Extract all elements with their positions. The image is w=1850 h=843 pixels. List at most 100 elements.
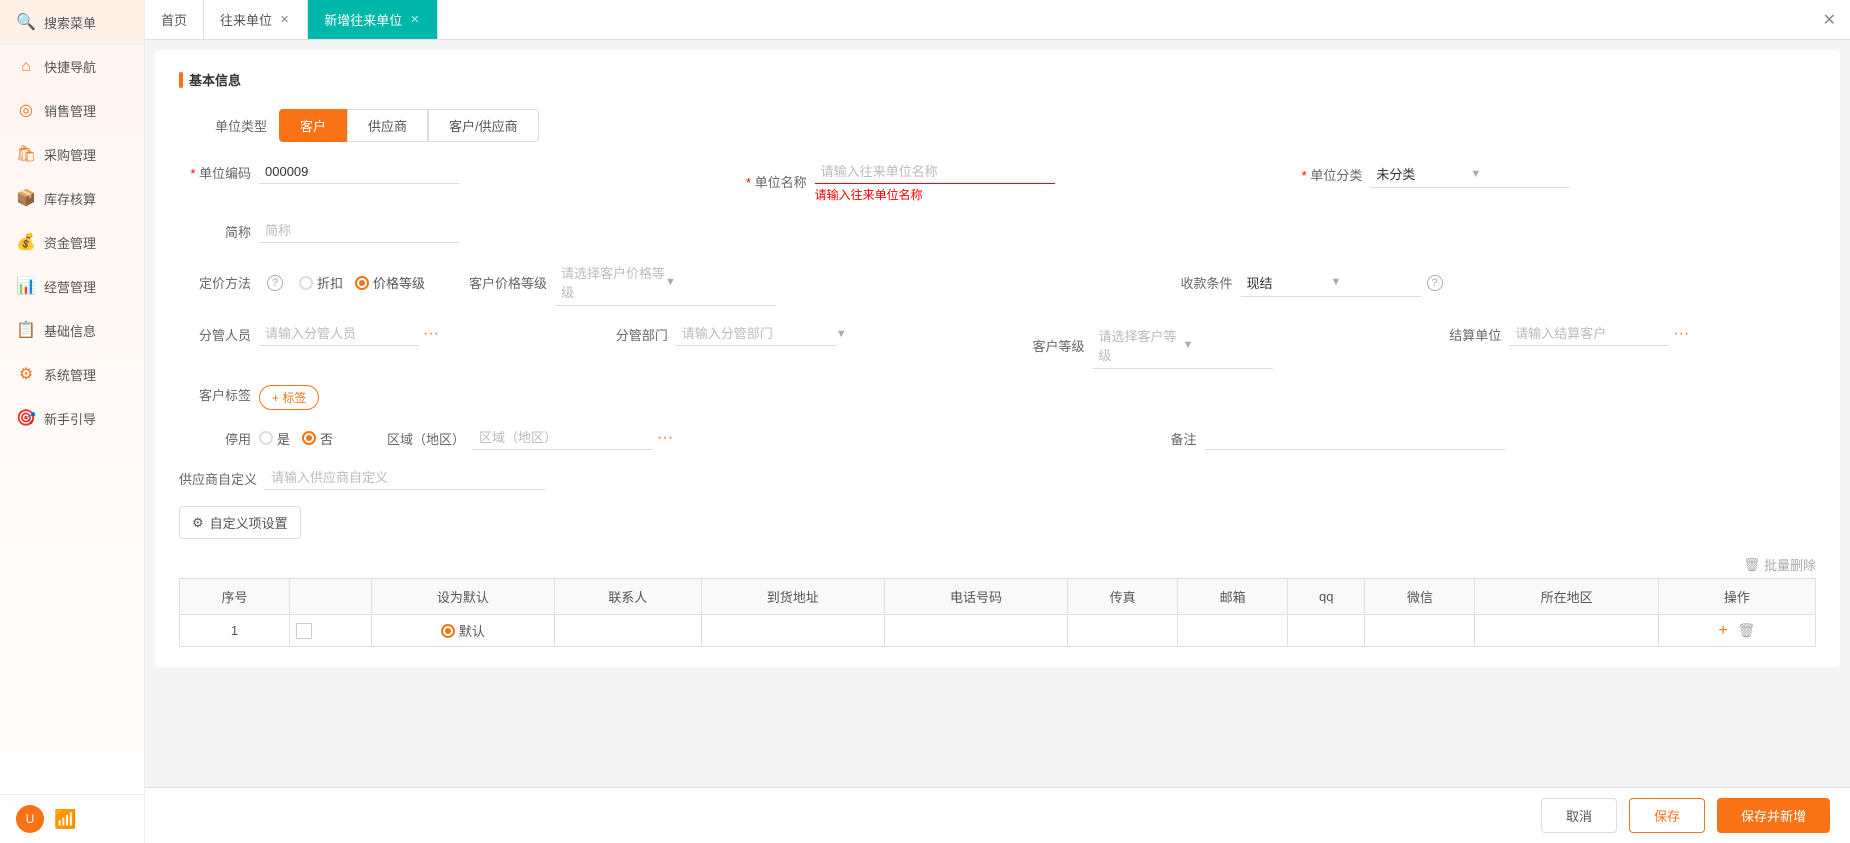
sidebar-item-inventory[interactable]: 📦 库存核算 [0,176,144,220]
add-tag-button[interactable]: + 标签 [259,385,319,410]
customer-grade-label: 客户等级 [1013,336,1093,355]
sidebar-item-finance[interactable]: 💰 资金管理 [0,220,144,264]
sidebar-search[interactable]: 🔍 搜索菜单 [0,0,144,45]
cell-address[interactable] [701,615,884,647]
inventory-icon: 📦 [16,188,36,208]
unit-code-input[interactable] [259,160,459,184]
unit-category-select[interactable]: 未分类 ▼ [1370,160,1570,188]
radio-grade[interactable]: 价格等级 [355,273,425,292]
type-btn-customer[interactable]: 客户 [279,109,347,142]
radio-yes-label: 是 [277,429,290,448]
form-container: 基本信息 单位类型 客户 供应商 客户/供应商 单位编码 单位名称 [155,50,1840,667]
row-default-radio[interactable]: 默认 [378,621,548,640]
tab-home-label: 首页 [161,10,187,29]
cancel-button[interactable]: 取消 [1541,798,1617,833]
pricing-method-label: 定价方法 [179,273,259,292]
custom-settings-icon: ⚙ [192,515,204,531]
unit-category-arrow: ▼ [1470,168,1564,180]
cell-seq: 1 [180,615,290,647]
short-name-input[interactable] [259,219,459,243]
type-btn-both[interactable]: 客户/供应商 [428,109,539,142]
guide-icon: 🎯 [16,408,36,428]
window-close-button[interactable]: ✕ [1809,0,1850,39]
remarks-label: 备注 [1125,429,1205,448]
col-phone: 电话号码 [884,579,1067,615]
cell-fax[interactable] [1068,615,1178,647]
radio-no[interactable]: 否 [302,429,333,448]
pricing-help-icon[interactable]: ? [267,275,283,291]
type-btn-supplier[interactable]: 供应商 [347,109,428,142]
unit-name-input[interactable] [815,160,1055,184]
radio-yes[interactable]: 是 [259,429,290,448]
table-row: 1 默认 [180,615,1816,647]
settlement-dots-btn[interactable]: ··· [1669,325,1693,343]
form-row-disabled: 停用 是 否 区域（地区） [179,426,1816,450]
row-checkbox[interactable] [296,623,312,639]
cell-wechat[interactable] [1365,615,1475,647]
tab-home[interactable]: 首页 [145,0,204,39]
customer-price-label: 客户价格等级 [465,273,555,292]
short-name-label: 简称 [179,222,259,241]
sidebar-bottom: U 📶 [0,794,144,843]
basic-icon: 📋 [16,320,36,340]
custom-settings-button[interactable]: ⚙ 自定义项设置 [179,506,301,539]
cell-contact[interactable] [554,615,701,647]
tab-unit-list[interactable]: 往来单位 ✕ [204,0,308,39]
sidebar-item-label: 系统管理 [44,365,96,384]
customer-grade-arrow: ▼ [1183,339,1267,351]
sidebar-item-purchase[interactable]: 🛍 采购管理 [0,132,144,176]
tab-new-unit-label: 新增往来单位 [324,10,402,29]
sidebar-item-system[interactable]: ⚙ 系统管理 [0,352,144,396]
delete-row-btn[interactable]: 🗑 [1734,622,1758,638]
add-row-btn[interactable]: + [1715,622,1730,639]
department-input[interactable] [676,322,836,346]
tab-new-unit[interactable]: 新增往来单位 ✕ [308,0,438,39]
sidebar-item-operation[interactable]: 📊 经营管理 [0,264,144,308]
section-title-text: 基本信息 [189,70,241,89]
radio-no-label: 否 [320,429,333,448]
save-and-new-button[interactable]: 保存并新增 [1717,798,1830,833]
cell-phone[interactable] [884,615,1067,647]
radio-discount-label: 折扣 [317,273,343,292]
customer-price-select[interactable]: 请选择客户价格等级 ▼ [555,259,775,306]
tab-unit-list-close[interactable]: ✕ [278,13,291,26]
manager-dots-btn[interactable]: ··· [419,325,443,343]
manager-input[interactable] [259,322,419,346]
supplier-custom-input[interactable] [265,466,545,490]
save-button[interactable]: 保存 [1629,798,1705,833]
field-department: 分管部门 ▼ [596,322,983,346]
col-email: 邮箱 [1178,579,1288,615]
col-fax: 传真 [1068,579,1178,615]
form-row-unit-info: 单位编码 单位名称 请输入往来单位名称 单位分类 未分类 ▼ [179,160,1816,203]
unit-type-label: 单位类型 [179,116,279,135]
remarks-input[interactable] [1205,426,1505,450]
batch-delete-label[interactable]: 批量删除 [1764,555,1816,574]
cell-checkbox[interactable] [289,615,371,647]
payment-terms-help-icon[interactable]: ? [1427,275,1443,291]
batch-delete-area: 🗑 批量删除 [179,555,1816,574]
radio-grade-circle [355,276,369,290]
col-region: 所在地区 [1475,579,1658,615]
cell-email[interactable] [1178,615,1288,647]
sidebar-item-guide[interactable]: 🎯 新手引导 [0,396,144,440]
region-input[interactable] [473,426,653,450]
cell-region-val[interactable] [1475,615,1658,647]
radio-grade-label: 价格等级 [373,273,425,292]
operation-icon: 📊 [16,276,36,296]
cell-qq[interactable] [1288,615,1365,647]
field-disabled: 停用 是 否 [179,429,333,448]
main-area: 首页 往来单位 ✕ 新增往来单位 ✕ ✕ 基本信息 单位类型 客户 供应商 客户… [145,0,1850,843]
unit-category-value: 未分类 [1376,164,1470,183]
tab-new-unit-close[interactable]: ✕ [408,13,421,26]
customer-grade-select[interactable]: 请选择客户等级 ▼ [1093,322,1273,369]
sidebar-item-sales[interactable]: ◎ 销售管理 [0,88,144,132]
sidebar-item-basic[interactable]: 📋 基础信息 [0,308,144,352]
sidebar-item-label: 资金管理 [44,233,96,252]
sidebar-item-quick-nav[interactable]: ⌂ 快捷导航 [0,45,144,88]
radio-discount[interactable]: 折扣 [299,273,343,292]
supplier-custom-label: 供应商自定义 [179,469,265,488]
region-dots-btn[interactable]: ··· [653,429,677,447]
manager-label: 分管人员 [179,325,259,344]
payment-terms-select[interactable]: 现结 ▼ [1241,269,1421,297]
settlement-input[interactable] [1509,322,1669,346]
